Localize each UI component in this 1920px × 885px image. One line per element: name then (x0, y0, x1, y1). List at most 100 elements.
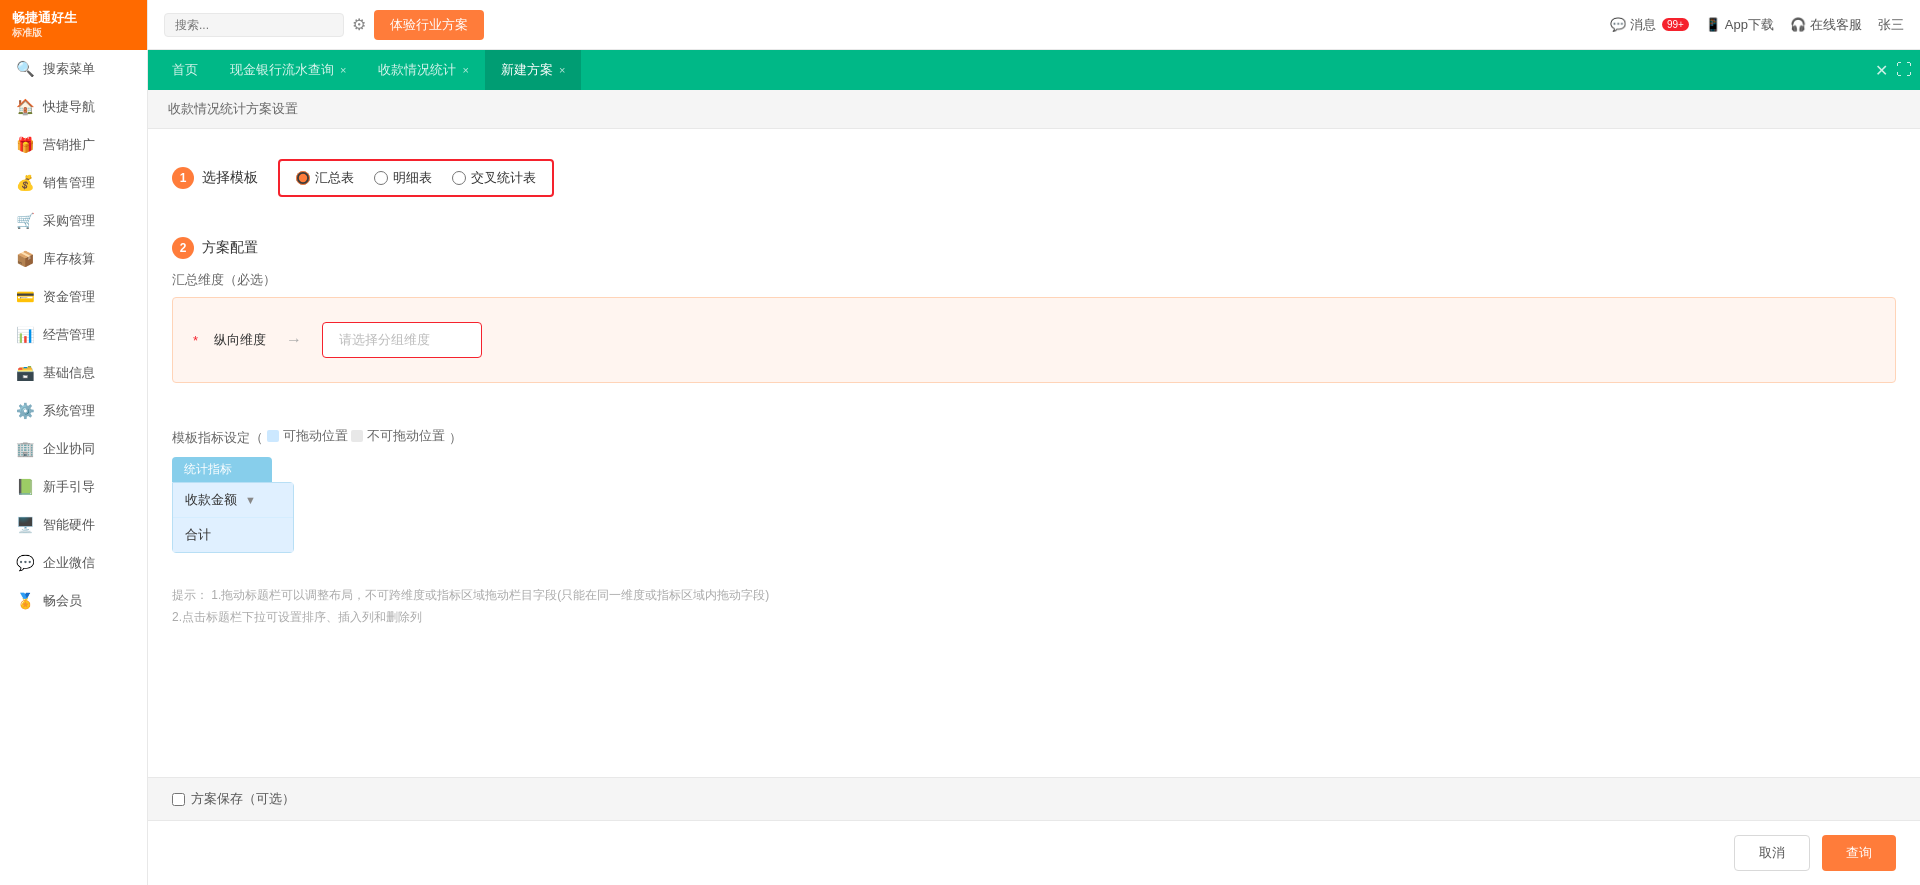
hardware-label: 智能硬件 (43, 516, 95, 534)
sales-icon: 💰 (16, 174, 35, 192)
topbar: ⚙ 体验行业方案 💬 消息 99+ 📱 App下载 🎧 在线客服 张三 (148, 0, 1920, 50)
metrics-item[interactable]: 收款金额▼ (173, 483, 293, 518)
save-checkbox[interactable]: 方案保存（可选） (172, 790, 295, 808)
query-button[interactable]: 查询 (1822, 835, 1896, 871)
tabbar-actions: ✕ ⛶ (1875, 61, 1912, 80)
step1-badge: 1 (172, 167, 194, 189)
sidebar-item-wechat[interactable]: 💬企业微信 (0, 544, 147, 582)
industry-btn[interactable]: 体验行业方案 (374, 10, 484, 40)
tab-new-plan[interactable]: 新建方案 × (485, 50, 581, 90)
radio-detail-label: 明细表 (393, 169, 432, 187)
sidebar-item-member[interactable]: 🏅畅会员 (0, 582, 147, 620)
sidebar-item-quick-nav[interactable]: 🏠快捷导航 (0, 88, 147, 126)
step1-label: 选择模板 (202, 169, 258, 187)
dimension-input-box[interactable]: 请选择分组维度 (322, 322, 482, 358)
business-icon: 📊 (16, 326, 35, 344)
metrics-area: 统计指标 收款金额▼合计 (172, 457, 1896, 553)
sidebar: 畅捷通好生 标准版 🔍搜索菜单🏠快捷导航🎁营销推广💰销售管理🛒采购管理📦库存核算… (0, 0, 148, 885)
legend-draggable-label: 可拖动位置 (283, 427, 348, 445)
tabbar: 首页现金银行流水查询 × 收款情况统计 × 新建方案 × ✕ ⛶ (148, 50, 1920, 90)
sidebar-item-finance[interactable]: 💳资金管理 (0, 278, 147, 316)
system-label: 系统管理 (43, 402, 95, 420)
dimension-group-label-text: 汇总维度（必选） (172, 272, 276, 287)
sidebar-item-basic-info[interactable]: 🗃️ 基础信息 (0, 354, 147, 392)
metrics-item[interactable]: 合计 (173, 518, 293, 552)
tab-label-bank-flow: 现金银行流水查询 (230, 61, 334, 79)
step2-header: 2 方案配置 (172, 237, 278, 259)
username-label: 张三 (1878, 16, 1904, 34)
quick-nav-label: 快捷导航 (43, 98, 95, 116)
radio-crosstab-input[interactable] (452, 171, 466, 185)
hardware-icon: 🖥️ (16, 516, 35, 534)
gear-icon[interactable]: ⚙ (352, 15, 366, 34)
search-menu-icon: 🔍 (16, 60, 35, 78)
sidebar-item-enterprise[interactable]: 🏢企业协同 (0, 430, 147, 468)
tab-bank-flow[interactable]: 现金银行流水查询 × (214, 50, 362, 90)
service-item[interactable]: 🎧 在线客服 (1790, 16, 1862, 34)
step1-row: 1 选择模板 汇总表 明细表 交叉统计表 (172, 149, 1896, 207)
metrics-group-label: 统计指标 (172, 457, 272, 482)
notification-icon: 💬 (1610, 17, 1626, 32)
sidebar-item-hardware[interactable]: 🖥️ 智能硬件 (0, 506, 147, 544)
service-icon: 🎧 (1790, 17, 1806, 32)
tab-collection-stat[interactable]: 收款情况统计 × (362, 50, 484, 90)
metrics-items: 收款金额▼合计 (172, 482, 294, 553)
basic-info-label: 基础信息 (43, 364, 95, 382)
dimension-section: 汇总维度（必选） * 纵向维度 → 请选择分组维度 (172, 271, 1896, 383)
wechat-label: 企业微信 (43, 554, 95, 572)
maximize-icon[interactable]: ⛶ (1896, 61, 1912, 79)
dimension-placeholder: 请选择分组维度 (339, 331, 430, 349)
basic-info-icon: 🗃️ (16, 364, 35, 382)
sidebar-item-inventory[interactable]: 📦 库存核算 (0, 240, 147, 278)
sidebar-item-sales[interactable]: 💰 销售管理 (0, 164, 147, 202)
inventory-icon: 📦 (16, 250, 35, 268)
legend-draggable-dot (267, 430, 279, 442)
sidebar-item-guide[interactable]: 📗新手引导 (0, 468, 147, 506)
save-checkbox-input[interactable] (172, 793, 185, 806)
sidebar-item-search-menu[interactable]: 🔍 搜索菜单 (0, 50, 147, 88)
download-item[interactable]: 📱 App下载 (1705, 16, 1774, 34)
radio-detail[interactable]: 明细表 (374, 169, 432, 187)
radio-detail-input[interactable] (374, 171, 388, 185)
notification-label: 消息 (1630, 16, 1656, 34)
sidebar-item-purchase[interactable]: 🛒采购管理 (0, 202, 147, 240)
metrics-label-row: 模板指标设定（ 可拖动位置 不可拖动位置 ） (172, 427, 1896, 447)
save-label: 方案保存（可选） (191, 790, 295, 808)
radio-summary-label: 汇总表 (315, 169, 354, 187)
inventory-label: 库存核算 (43, 250, 95, 268)
tab-close-collection-stat[interactable]: × (462, 64, 468, 76)
metrics-item-label: 收款金额 (185, 491, 237, 509)
metrics-section: 模板指标设定（ 可拖动位置 不可拖动位置 ） (172, 427, 1896, 553)
tab-label-collection-stat: 收款情况统计 (378, 61, 456, 79)
dimension-area: * 纵向维度 → 请选择分组维度 (172, 297, 1896, 383)
cancel-button[interactable]: 取消 (1734, 835, 1810, 871)
step2-label: 方案配置 (202, 239, 258, 257)
template-selection-box: 汇总表 明细表 交叉统计表 (278, 159, 554, 197)
radio-crosstab[interactable]: 交叉统计表 (452, 169, 536, 187)
sidebar-item-system[interactable]: ⚙️系统管理 (0, 392, 147, 430)
guide-icon: 📗 (16, 478, 35, 496)
tab-close-bank-flow[interactable]: × (340, 64, 346, 76)
sidebar-item-marketing[interactable]: 🎁营销推广 (0, 126, 147, 164)
metrics-label-text: 模板指标设定（ (172, 430, 263, 445)
tab-close-new-plan[interactable]: × (559, 64, 565, 76)
purchase-label: 采购管理 (43, 212, 95, 230)
close-window-icon[interactable]: ✕ (1875, 61, 1888, 80)
search-input[interactable] (164, 13, 344, 37)
arrow-icon: → (286, 331, 302, 349)
radio-summary[interactable]: 汇总表 (296, 169, 354, 187)
tip-text: 2.点击标题栏下拉可设置排序、插入列和删除列 (172, 607, 769, 629)
sidebar-item-business[interactable]: 📊经营管理 (0, 316, 147, 354)
radio-group: 汇总表 明细表 交叉统计表 (296, 169, 536, 187)
enterprise-icon: 🏢 (16, 440, 35, 458)
topbar-left: ⚙ 体验行业方案 (164, 10, 1594, 40)
member-label: 畅会员 (43, 592, 82, 610)
radio-summary-input[interactable] (296, 171, 310, 185)
form-container: 1 选择模板 汇总表 明细表 交叉统计表 (148, 129, 1920, 777)
page-title: 收款情况统计方案设置 (148, 90, 1920, 129)
tab-home[interactable]: 首页 (156, 50, 214, 90)
notification-item[interactable]: 💬 消息 99+ (1610, 16, 1689, 34)
tab-label-new-plan: 新建方案 (501, 61, 553, 79)
sales-label: 销售管理 (43, 174, 95, 192)
search-menu-label: 搜索菜单 (43, 60, 95, 78)
